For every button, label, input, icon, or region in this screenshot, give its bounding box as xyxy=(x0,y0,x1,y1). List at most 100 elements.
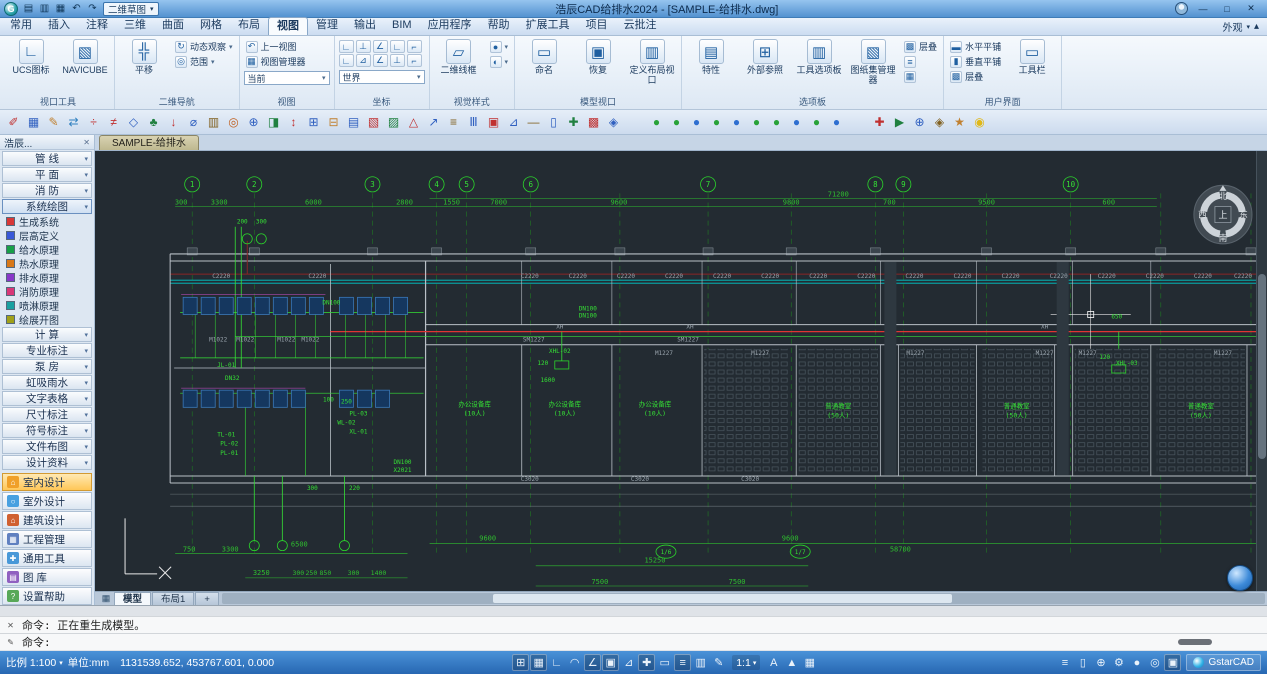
ribbon-collapse-icon[interactable]: ▴ xyxy=(1254,21,1259,32)
toolbar-icon[interactable]: ● xyxy=(687,113,706,132)
workspace-selector[interactable]: 二维草图 ▾ xyxy=(103,2,159,16)
ribbon-button-上一视图[interactable]: ↶上一视图 xyxy=(244,40,330,53)
command-resize-grip[interactable] xyxy=(1178,639,1212,645)
toolbar-icon[interactable]: ● xyxy=(767,113,786,132)
toolbar-icon[interactable]: ● xyxy=(727,113,746,132)
command-history-row[interactable]: ✕命令: 正在重生成模型。 xyxy=(0,616,1267,633)
toolbar-icon[interactable]: ▨ xyxy=(384,113,403,132)
toolbar-icon[interactable]: ↓ xyxy=(164,113,183,132)
toolbar-icon[interactable]: ✚ xyxy=(564,113,583,132)
ribbon-button-视图管理器[interactable]: ▦视图管理器 xyxy=(244,55,330,68)
coord-tool-icon[interactable]: ⊥ xyxy=(356,40,371,53)
user-avatar[interactable] xyxy=(1175,2,1188,15)
annotation-scale-control[interactable]: 1:1 ▾ xyxy=(732,655,760,670)
ribbon-button-外部参照[interactable]: ⊞外部参照 xyxy=(740,38,790,75)
status-toggle-icon[interactable]: ▦ xyxy=(801,654,818,671)
status-toggle-icon[interactable]: ⊞ xyxy=(512,654,529,671)
status-toggle-icon[interactable]: ▣ xyxy=(602,654,619,671)
ribbon-button-层叠[interactable]: ▩层叠 xyxy=(902,40,939,53)
ribbon-button-small-icon[interactable]: ▦ xyxy=(902,70,939,83)
toolbar-icon[interactable]: Ⅲ xyxy=(464,113,483,132)
toolbar-icon[interactable]: ✚ xyxy=(870,113,889,132)
horizontal-scrollbar[interactable] xyxy=(222,593,1265,604)
coord-tool-icon[interactable]: ⌐ xyxy=(407,54,422,67)
toolbar-icon[interactable]: ⊕ xyxy=(244,113,263,132)
toolbar-icon[interactable]: ✎ xyxy=(44,113,63,132)
palette-menu-文件布图[interactable]: 文件布图▾ xyxy=(2,439,92,454)
ribbon-tab-云批注[interactable]: 云批注 xyxy=(616,17,665,35)
status-toggle-icon[interactable]: ∟ xyxy=(548,654,565,671)
ribbon-button-动态观察[interactable]: ↻动态观察▾ xyxy=(173,40,235,53)
ribbon-tab-管理[interactable]: 管理 xyxy=(308,17,346,35)
status-toggle-icon[interactable]: ∠ xyxy=(584,654,601,671)
ribbon-button-恢复[interactable]: ▣恢复 xyxy=(573,38,623,75)
pencil-icon[interactable]: ✎ xyxy=(4,636,17,649)
ribbon-tab-扩展工具[interactable]: 扩展工具 xyxy=(518,17,578,35)
ribbon-tab-BIM[interactable]: BIM xyxy=(384,17,420,35)
toolbar-icon[interactable]: ♣ xyxy=(144,113,163,132)
toolbar-icon[interactable]: ▩ xyxy=(584,113,603,132)
toolbar-icon[interactable]: ◉ xyxy=(970,113,989,132)
ribbon-tab-输出[interactable]: 输出 xyxy=(346,17,384,35)
vertical-scrollbar[interactable] xyxy=(1256,151,1267,591)
ribbon-button-命名[interactable]: ▭命名 xyxy=(519,38,569,75)
command-history[interactable]: ✕命令: 正在重生成模型。✎命令: xyxy=(0,616,1267,650)
ribbon-tab-帮助[interactable]: 帮助 xyxy=(480,17,518,35)
close-button[interactable]: ✕ xyxy=(1239,1,1263,16)
status-toggle-icon[interactable]: ▥ xyxy=(692,654,709,671)
toolbar-icon[interactable]: ◨ xyxy=(264,113,283,132)
palette-tool-绘展开图[interactable]: 绘展开图 xyxy=(0,312,94,326)
toolbar-icon[interactable]: ◇ xyxy=(124,113,143,132)
toolbar-icon[interactable]: ⊕ xyxy=(910,113,929,132)
ribbon-tab-三维[interactable]: 三维 xyxy=(116,17,154,35)
ribbon-button-垂直平铺[interactable]: ▮垂直平铺 xyxy=(948,55,1003,68)
layout-tab-list-icon[interactable]: ▦ xyxy=(99,593,113,605)
ribbon-tab-网格[interactable]: 网格 xyxy=(192,17,230,35)
palette-menu-符号标注[interactable]: 符号标注▾ xyxy=(2,423,92,438)
toolbar-icon[interactable]: ⌀ xyxy=(184,113,203,132)
app-logo-icon[interactable]: G xyxy=(4,2,18,16)
toolbar-icon[interactable]: ⊞ xyxy=(304,113,323,132)
palette-menu-尺寸标注[interactable]: 尺寸标注▾ xyxy=(2,407,92,422)
toolbar-icon[interactable]: ↕ xyxy=(284,113,303,132)
close-icon[interactable]: ✕ xyxy=(4,619,17,632)
ribbon-button-small-icon[interactable]: ◐▾ xyxy=(488,55,511,68)
palette-menu-文字表格[interactable]: 文字表格▾ xyxy=(2,391,92,406)
command-input-row[interactable]: ✎命令: xyxy=(0,633,1267,650)
module-button-通用工具[interactable]: ✚通用工具 xyxy=(2,549,92,567)
status-toggle-icon[interactable]: ▭ xyxy=(656,654,673,671)
ribbon-button-UCS图标[interactable]: ∟UCS图标 xyxy=(6,38,56,75)
palette-menu-泵房[interactable]: 泵 房▾ xyxy=(2,359,92,374)
toolbar-icon[interactable]: ◈ xyxy=(604,113,623,132)
toolbar-icon[interactable]: ◎ xyxy=(224,113,243,132)
ribbon-button-工具选项板[interactable]: ▥工具选项板 xyxy=(794,38,844,75)
status-toggle-icon[interactable]: ▣ xyxy=(1164,654,1181,671)
coord-tool-icon[interactable]: ⊿ xyxy=(356,54,371,67)
module-button-图库[interactable]: ▤图 库 xyxy=(2,568,92,586)
palette-tool-热水原理[interactable]: 热水原理 xyxy=(0,256,94,270)
module-button-室外设计[interactable]: ○室外设计 xyxy=(2,492,92,510)
status-toggle-icon[interactable]: ✎ xyxy=(710,654,727,671)
toolbar-icon[interactable]: ● xyxy=(707,113,726,132)
status-toggle-icon[interactable]: ⊿ xyxy=(620,654,637,671)
status-toggle-icon[interactable]: ≡ xyxy=(674,654,691,671)
ribbon-dropdown-世界[interactable]: 世界▾ xyxy=(339,70,425,84)
toolbar-icon[interactable]: ● xyxy=(667,113,686,132)
restore-button[interactable]: □ xyxy=(1215,1,1239,16)
status-toggle-icon[interactable]: ≡ xyxy=(1056,654,1073,671)
toolbar-icon[interactable]: ≠ xyxy=(104,113,123,132)
ribbon-button-平移[interactable]: ╬平移 xyxy=(119,38,169,75)
toolbar-icon[interactable]: ▯ xyxy=(544,113,563,132)
toolbar-icon[interactable]: ▦ xyxy=(24,113,43,132)
toolbar-icon[interactable]: ⊿ xyxy=(504,113,523,132)
module-button-设置帮助[interactable]: ?设置帮助 xyxy=(2,587,92,605)
ribbon-tab-注释[interactable]: 注释 xyxy=(78,17,116,35)
coord-tool-icon[interactable]: ∟ xyxy=(339,54,354,67)
status-toggle-icon[interactable]: ✚ xyxy=(638,654,655,671)
gstarcad-brand[interactable]: GstarCAD xyxy=(1186,654,1261,671)
layout-tab-布局1[interactable]: 布局1 xyxy=(152,592,194,605)
status-toggle-icon[interactable]: ◠ xyxy=(566,654,583,671)
coord-tool-icon[interactable]: ⊥ xyxy=(390,54,405,67)
ribbon-button-small-icon[interactable]: ≡ xyxy=(902,55,939,68)
status-toggle-icon[interactable]: ⚙ xyxy=(1110,654,1127,671)
